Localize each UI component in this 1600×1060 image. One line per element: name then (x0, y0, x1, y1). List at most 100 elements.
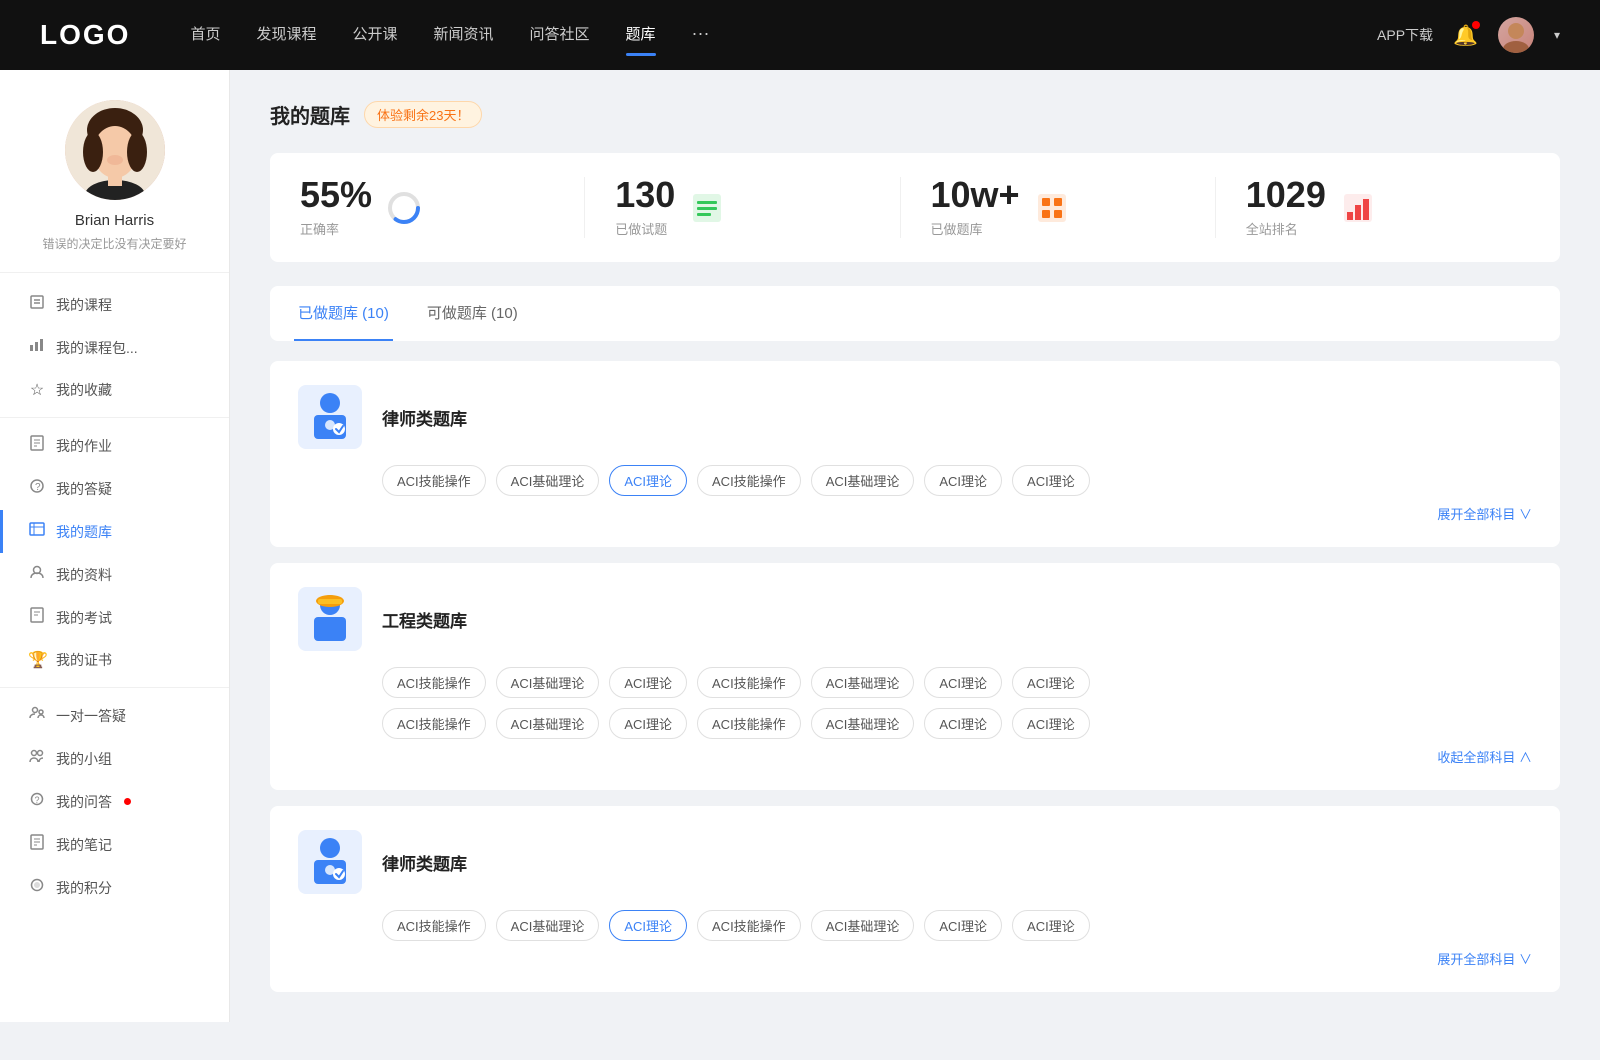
svg-text:?: ? (35, 795, 40, 805)
coursepackage-icon (28, 337, 46, 358)
qbank-tag-1-0[interactable]: ACI技能操作 (382, 667, 486, 698)
nav-qbank[interactable]: 题库 (626, 23, 656, 48)
app-download-link[interactable]: APP下载 (1377, 25, 1433, 45)
qbank-tag-2-0[interactable]: ACI技能操作 (382, 910, 486, 941)
nav-qa[interactable]: 问答社区 (530, 23, 590, 48)
user-dropdown-arrow[interactable]: ▾ (1554, 28, 1560, 42)
qbank-tag-1-6[interactable]: ACI理论 (1012, 667, 1090, 698)
nav-discover[interactable]: 发现课程 (256, 23, 316, 48)
qbank-icon (28, 521, 46, 542)
qbank-expand-2[interactable]: 展开全部科目 ∨ (298, 949, 1532, 968)
stat-banks-value: 10w+ (931, 177, 1020, 213)
tab-available[interactable]: 可做题库 (10) (423, 286, 522, 341)
1on1-icon (28, 705, 46, 726)
nav-news[interactable]: 新闻资讯 (434, 23, 494, 48)
qbank-tag-0-5[interactable]: ACI理论 (924, 465, 1002, 496)
myqa-dot (124, 798, 131, 805)
tabs-bar: 已做题库 (10) 可做题库 (10) (270, 286, 1560, 341)
qbank-tags-1-row2: ACI技能操作 ACI基础理论 ACI理论 ACI技能操作 ACI基础理论 AC… (382, 708, 1532, 739)
user-avatar[interactable] (1498, 17, 1534, 53)
qbank-tag-1-r2-4[interactable]: ACI基础理论 (811, 708, 915, 739)
certificate-icon: 🏆 (28, 650, 46, 670)
sidebar-item-certificate[interactable]: 🏆 我的证书 (0, 639, 229, 681)
stat-done-text: 130 已做试题 (615, 177, 675, 238)
homework-icon (28, 435, 46, 456)
qbank-header-1: 工程类题库 (298, 587, 1532, 651)
qbank-tag-1-r2-1[interactable]: ACI基础理论 (496, 708, 600, 739)
stat-accuracy: 55% 正确率 (300, 177, 585, 238)
stat-accuracy-text: 55% 正确率 (300, 177, 372, 238)
qbank-expand-0[interactable]: 展开全部科目 ∨ (298, 504, 1532, 523)
sidebar-item-points[interactable]: 我的积分 (0, 866, 229, 909)
sidebar-label-favorites: 我的收藏 (56, 380, 112, 400)
qbank-expand-1[interactable]: 收起全部科目 ∧ (298, 747, 1532, 766)
sidebar-label-coursepackage: 我的课程包... (56, 338, 138, 358)
notification-dot (1472, 21, 1480, 29)
nav-right: APP下载 🔔 ▾ (1377, 17, 1560, 53)
qbank-title-2: 律师类题库 (382, 850, 467, 875)
favorites-icon: ☆ (28, 380, 46, 400)
notification-bell[interactable]: 🔔 (1453, 23, 1478, 48)
qbank-tag-1-4[interactable]: ACI基础理论 (811, 667, 915, 698)
qbank-tag-2-6[interactable]: ACI理论 (1012, 910, 1090, 941)
sidebar-item-myqa[interactable]: ? 我的问答 (0, 780, 229, 823)
sidebar-label-homework: 我的作业 (56, 436, 112, 456)
qbank-tag-0-1[interactable]: ACI基础理论 (496, 465, 600, 496)
sidebar-label-certificate: 我的证书 (56, 650, 112, 670)
sidebar-item-exam[interactable]: 我的考试 (0, 596, 229, 639)
logo[interactable]: LOGO (40, 19, 130, 51)
qbank-tag-0-2[interactable]: ACI理论 (609, 465, 687, 496)
sidebar-item-notes[interactable]: 我的笔记 (0, 823, 229, 866)
qbank-tag-2-3[interactable]: ACI技能操作 (697, 910, 801, 941)
sidebar-item-group[interactable]: 我的小组 (0, 737, 229, 780)
qbank-tag-1-r2-0[interactable]: ACI技能操作 (382, 708, 486, 739)
tab-done[interactable]: 已做题库 (10) (294, 286, 393, 341)
qbank-tag-2-4[interactable]: ACI基础理论 (811, 910, 915, 941)
answers-icon: ? (28, 478, 46, 499)
qbank-tag-1-1[interactable]: ACI基础理论 (496, 667, 600, 698)
sidebar-item-coursepackage[interactable]: 我的课程包... (0, 326, 229, 369)
sidebar-label-profile: 我的资料 (56, 565, 112, 585)
sidebar-label-1on1: 一对一答疑 (56, 706, 126, 726)
qbank-tag-1-r2-5[interactable]: ACI理论 (924, 708, 1002, 739)
qbank-card-2: 律师类题库 ACI技能操作 ACI基础理论 ACI理论 ACI技能操作 ACI基… (270, 806, 1560, 992)
qbank-tag-1-r2-6[interactable]: ACI理论 (1012, 708, 1090, 739)
nav-opencourse[interactable]: 公开课 (352, 23, 397, 48)
qbank-tag-2-5[interactable]: ACI理论 (924, 910, 1002, 941)
qbank-tag-1-2[interactable]: ACI理论 (609, 667, 687, 698)
navbar: LOGO 首页 发现课程 公开课 新闻资讯 问答社区 题库 ··· APP下载 … (0, 0, 1600, 70)
qbank-tag-0-0[interactable]: ACI技能操作 (382, 465, 486, 496)
sidebar-menu: 我的课程 我的课程包... ☆ 我的收藏 我的作业 ? (0, 283, 229, 909)
stat-accuracy-value: 55% (300, 177, 372, 213)
sidebar-item-homework[interactable]: 我的作业 (0, 424, 229, 467)
nav-home[interactable]: 首页 (190, 23, 220, 48)
qbank-tag-1-r2-3[interactable]: ACI技能操作 (697, 708, 801, 739)
qbank-tag-0-4[interactable]: ACI基础理论 (811, 465, 915, 496)
sidebar-item-qbank[interactable]: 我的题库 (0, 510, 229, 553)
qbank-card-1: 工程类题库 ACI技能操作 ACI基础理论 ACI理论 ACI技能操作 ACI基… (270, 563, 1560, 790)
stat-banks-label: 已做题库 (931, 219, 1020, 238)
sidebar-item-favorites[interactable]: ☆ 我的收藏 (0, 369, 229, 411)
sidebar-item-answers[interactable]: ? 我的答疑 (0, 467, 229, 510)
qbank-tag-2-2[interactable]: ACI理论 (609, 910, 687, 941)
sidebar-label-courses: 我的课程 (56, 295, 112, 315)
nav-more[interactable]: ··· (692, 23, 710, 48)
sidebar-profile: Brian Harris 错误的决定比没有决定要好 (0, 100, 229, 273)
qbank-tag-0-6[interactable]: ACI理论 (1012, 465, 1090, 496)
qbank-tag-1-3[interactable]: ACI技能操作 (697, 667, 801, 698)
sidebar-item-courses[interactable]: 我的课程 (0, 283, 229, 326)
qbank-icon-2 (298, 830, 362, 894)
qbank-card-0: 律师类题库 ACI技能操作 ACI基础理论 ACI理论 ACI技能操作 ACI基… (270, 361, 1560, 547)
profile-avatar[interactable] (65, 100, 165, 200)
avatar-placeholder (1498, 17, 1534, 53)
qbank-tag-1-5[interactable]: ACI理论 (924, 667, 1002, 698)
divider-2 (0, 687, 229, 688)
qbank-tag-0-3[interactable]: ACI技能操作 (697, 465, 801, 496)
qbank-tag-2-1[interactable]: ACI基础理论 (496, 910, 600, 941)
sidebar-label-points: 我的积分 (56, 878, 112, 898)
sidebar-item-profile[interactable]: 我的资料 (0, 553, 229, 596)
stat-done-banks: 10w+ 已做题库 (901, 177, 1216, 238)
sidebar-item-1on1[interactable]: 一对一答疑 (0, 694, 229, 737)
qbank-tag-1-r2-2[interactable]: ACI理论 (609, 708, 687, 739)
page-header: 我的题库 体验剩余23天！ (270, 100, 1560, 129)
